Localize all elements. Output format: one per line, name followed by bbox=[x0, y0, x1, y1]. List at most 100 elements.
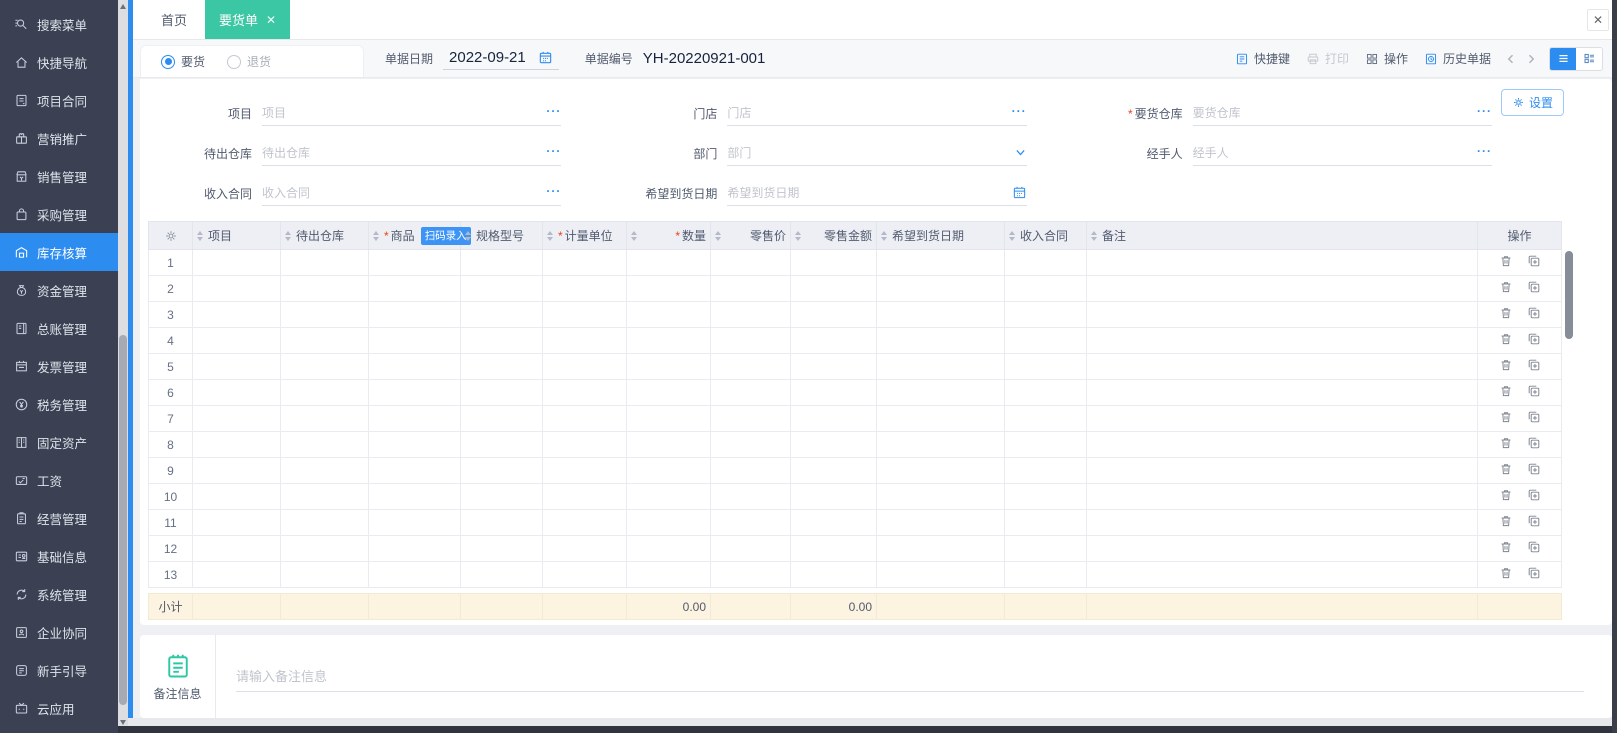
more-icon[interactable]: ··· bbox=[1477, 145, 1492, 161]
empty-cell[interactable] bbox=[1086, 327, 1478, 354]
copy-add-icon[interactable] bbox=[1527, 488, 1541, 502]
empty-cell[interactable] bbox=[710, 509, 791, 536]
trash-icon[interactable] bbox=[1499, 540, 1513, 554]
empty-cell[interactable] bbox=[460, 249, 543, 276]
empty-cell[interactable] bbox=[626, 509, 711, 536]
empty-cell[interactable] bbox=[1004, 275, 1087, 302]
trash-icon[interactable] bbox=[1499, 436, 1513, 450]
sort-carets-icon[interactable] bbox=[197, 230, 203, 241]
field-input[interactable] bbox=[727, 145, 1010, 160]
empty-cell[interactable] bbox=[368, 509, 461, 536]
empty-cell[interactable] bbox=[790, 353, 877, 380]
empty-cell[interactable] bbox=[542, 353, 627, 380]
field-input[interactable] bbox=[727, 105, 1008, 120]
trash-icon[interactable] bbox=[1499, 358, 1513, 372]
sidebar-item[interactable]: 发票管理 bbox=[0, 347, 118, 385]
empty-cell[interactable] bbox=[368, 249, 461, 276]
sidebar-item[interactable]: 营销推广 bbox=[0, 119, 118, 157]
empty-cell[interactable] bbox=[368, 483, 461, 510]
empty-cell[interactable] bbox=[876, 327, 1005, 354]
copy-add-icon[interactable] bbox=[1527, 436, 1541, 450]
empty-cell[interactable] bbox=[1004, 431, 1087, 458]
tab-home[interactable]: 首页 bbox=[143, 0, 205, 39]
doc-type-radio[interactable]: 退货 bbox=[227, 53, 271, 70]
empty-cell[interactable] bbox=[460, 457, 543, 484]
empty-cell[interactable] bbox=[790, 405, 877, 432]
trash-icon[interactable] bbox=[1499, 566, 1513, 580]
remark-input[interactable] bbox=[236, 661, 1584, 692]
column-header[interactable]: 待出仓库 bbox=[280, 221, 369, 250]
empty-cell[interactable] bbox=[876, 405, 1005, 432]
empty-cell[interactable] bbox=[460, 431, 543, 458]
empty-cell[interactable] bbox=[460, 535, 543, 562]
empty-cell[interactable] bbox=[280, 561, 369, 588]
empty-cell[interactable] bbox=[790, 275, 877, 302]
empty-cell[interactable] bbox=[710, 249, 791, 276]
empty-cell[interactable] bbox=[192, 379, 281, 406]
empty-cell[interactable] bbox=[542, 431, 627, 458]
sidebar-item[interactable]: 固定资产 bbox=[0, 423, 118, 461]
empty-cell[interactable] bbox=[192, 249, 281, 276]
tab-close-icon[interactable]: ✕ bbox=[266, 13, 276, 27]
copy-add-icon[interactable] bbox=[1527, 280, 1541, 294]
empty-cell[interactable] bbox=[790, 561, 877, 588]
empty-cell[interactable] bbox=[460, 483, 543, 510]
empty-cell[interactable] bbox=[542, 379, 627, 406]
prev-document-arrow-icon[interactable] bbox=[1505, 53, 1517, 65]
doc-date-field[interactable]: 2022-09-21 bbox=[443, 48, 559, 70]
sort-carets-icon[interactable] bbox=[881, 230, 887, 241]
empty-cell[interactable] bbox=[626, 353, 711, 380]
doc-date-value[interactable]: 2022-09-21 bbox=[449, 49, 526, 66]
field-input[interactable] bbox=[262, 105, 543, 120]
table-scrollbar[interactable] bbox=[1565, 251, 1573, 625]
more-icon[interactable]: ··· bbox=[546, 105, 561, 121]
empty-cell[interactable] bbox=[368, 405, 461, 432]
tabbar-close-all-button[interactable]: ✕ bbox=[1587, 9, 1609, 31]
empty-cell[interactable] bbox=[710, 353, 791, 380]
sidebar-item[interactable]: 企业协同 bbox=[0, 613, 118, 651]
sidebar-item[interactable]: 经营管理 bbox=[0, 499, 118, 537]
trash-icon[interactable] bbox=[1499, 514, 1513, 528]
toolbar-button[interactable]: 历史单据 bbox=[1424, 50, 1491, 67]
empty-cell[interactable] bbox=[626, 249, 711, 276]
empty-cell[interactable] bbox=[710, 379, 791, 406]
calendar-icon[interactable] bbox=[538, 50, 553, 65]
column-header[interactable]: 项目 bbox=[192, 221, 281, 250]
empty-cell[interactable] bbox=[280, 405, 369, 432]
empty-cell[interactable] bbox=[790, 301, 877, 328]
empty-cell[interactable] bbox=[626, 561, 711, 588]
empty-cell[interactable] bbox=[280, 509, 369, 536]
empty-cell[interactable] bbox=[1004, 379, 1087, 406]
empty-cell[interactable] bbox=[460, 301, 543, 328]
more-icon[interactable]: ··· bbox=[1012, 105, 1027, 121]
empty-cell[interactable] bbox=[710, 561, 791, 588]
sidebar-item[interactable]: 税务管理 bbox=[0, 385, 118, 423]
empty-cell[interactable] bbox=[876, 431, 1005, 458]
empty-cell[interactable] bbox=[192, 561, 281, 588]
empty-cell[interactable] bbox=[192, 327, 281, 354]
empty-cell[interactable] bbox=[876, 561, 1005, 588]
copy-add-icon[interactable] bbox=[1527, 462, 1541, 476]
tab-requisition-active[interactable]: 要货单 ✕ bbox=[205, 0, 291, 39]
empty-cell[interactable] bbox=[710, 405, 791, 432]
empty-cell[interactable] bbox=[710, 275, 791, 302]
empty-cell[interactable] bbox=[790, 457, 877, 484]
sort-carets-icon[interactable] bbox=[1091, 230, 1097, 241]
empty-cell[interactable] bbox=[460, 275, 543, 302]
trash-icon[interactable] bbox=[1499, 488, 1513, 502]
field-input[interactable] bbox=[262, 145, 543, 160]
empty-cell[interactable] bbox=[280, 379, 369, 406]
empty-cell[interactable] bbox=[368, 457, 461, 484]
empty-cell[interactable] bbox=[1004, 457, 1087, 484]
copy-add-icon[interactable] bbox=[1527, 540, 1541, 554]
sort-carets-icon[interactable] bbox=[715, 230, 721, 241]
empty-cell[interactable] bbox=[192, 405, 281, 432]
sort-carets-icon[interactable] bbox=[795, 230, 801, 241]
column-header[interactable]: * 数量 bbox=[626, 221, 711, 250]
empty-cell[interactable] bbox=[542, 535, 627, 562]
sidebar-item[interactable]: 系统管理 bbox=[0, 575, 118, 613]
empty-cell[interactable] bbox=[1004, 561, 1087, 588]
empty-cell[interactable] bbox=[626, 483, 711, 510]
sidebar-item[interactable]: 快捷导航 bbox=[0, 43, 118, 81]
empty-cell[interactable] bbox=[192, 353, 281, 380]
